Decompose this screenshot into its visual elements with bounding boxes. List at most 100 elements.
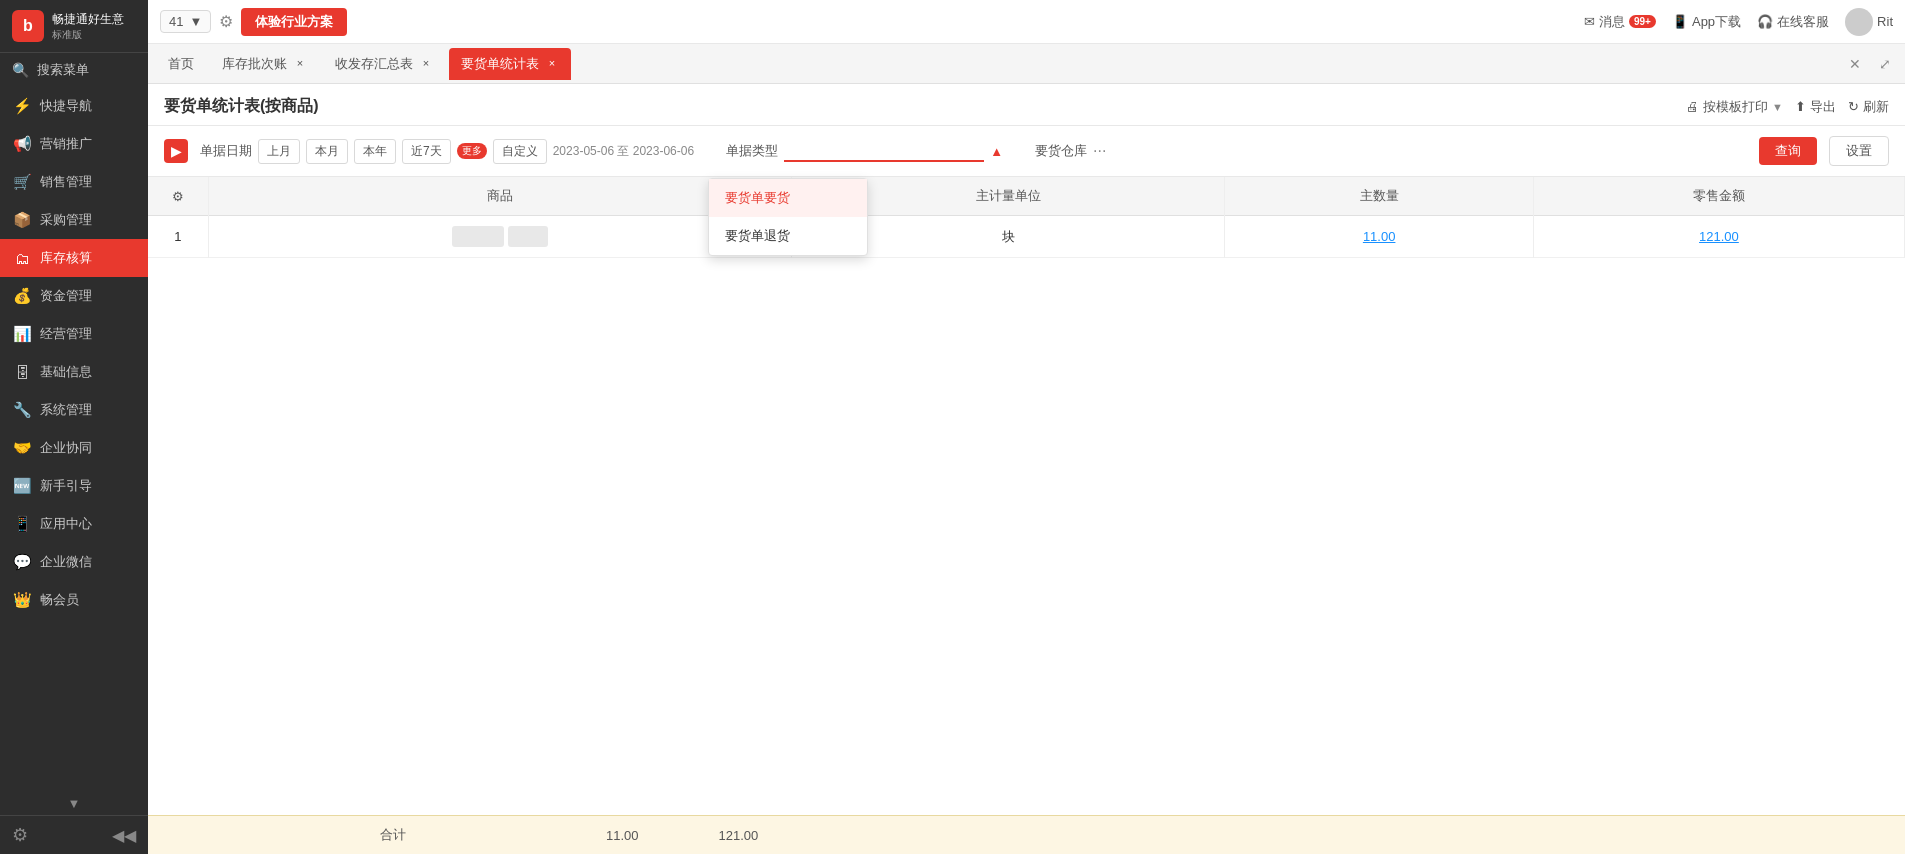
type-label: 单据类型: [726, 142, 778, 160]
service-icon: 🎧: [1757, 14, 1773, 29]
sidebar-logo: b 畅捷通好生意 标准版: [0, 0, 148, 53]
user-avatar[interactable]: Rit: [1845, 8, 1893, 36]
date-this-year-btn[interactable]: 本年: [354, 139, 396, 164]
th-quantity: 主数量: [1225, 177, 1533, 216]
app-download-button[interactable]: 📱 App下载: [1672, 13, 1741, 31]
page-header: 要货单统计表(按商品) 🖨 按模板打印 ▼ ⬆ 导出 ↻ 刷新: [148, 84, 1905, 126]
sidebar-item-label: 基础信息: [40, 363, 92, 381]
window-expand-btn[interactable]: ⤢: [1873, 52, 1897, 76]
tab-home-label: 首页: [168, 55, 194, 73]
print-arrow-icon[interactable]: ▼: [1772, 101, 1783, 113]
tab-inventory-batch-label: 库存批次账: [222, 55, 287, 73]
filter-settings-button[interactable]: 设置: [1829, 136, 1889, 166]
search-menu-item[interactable]: 🔍 搜索菜单: [0, 53, 148, 87]
sidebar-item-label: 企业协同: [40, 439, 92, 457]
table-header-row: ⚙ 商品 主计量单位 主数量 零售金额: [148, 177, 1905, 216]
tab-order-stats-close[interactable]: ×: [545, 57, 559, 71]
trial-button[interactable]: 体验行业方案: [241, 8, 347, 36]
warehouse-filter-group: 要货仓库 ···: [1035, 142, 1106, 160]
sidebar-item-basic[interactable]: 🗄 基础信息: [0, 353, 148, 391]
sidebar-scroll-down[interactable]: ▼: [0, 792, 148, 815]
topbar-gear-icon[interactable]: ⚙: [219, 12, 233, 31]
sidebar-item-label: 快捷导航: [40, 97, 92, 115]
footer-label: 合计: [160, 826, 406, 844]
type-dropdown-arrow[interactable]: ▲: [990, 144, 1003, 159]
download-icon: 📱: [1672, 14, 1688, 29]
sales-icon: 🛒: [12, 173, 32, 191]
refresh-icon: ↻: [1848, 99, 1859, 114]
table-row: 1 块 11.00 121.00: [148, 216, 1905, 258]
type-input[interactable]: [784, 141, 984, 162]
date-filter-group: 单据日期 上月 本月 本年 近7天 更多 自定义 2023-05-06 至 20…: [200, 139, 694, 164]
topbar-left: 41 ▼ ⚙ 体验行业方案: [160, 8, 1584, 36]
wechat-icon: 💬: [12, 553, 32, 571]
sidebar-item-sales[interactable]: 🛒 销售管理: [0, 163, 148, 201]
sidebar-item-operation[interactable]: 📊 经营管理: [0, 315, 148, 353]
date-last-7days-btn[interactable]: 近7天: [402, 139, 451, 164]
collapse-icon[interactable]: ◀◀: [112, 826, 136, 845]
tab-shipment-summary-close[interactable]: ×: [419, 57, 433, 71]
messages-button[interactable]: ✉ 消息 99+: [1584, 13, 1656, 31]
query-button[interactable]: 查询: [1759, 137, 1817, 165]
warehouse-more-btn[interactable]: ···: [1093, 142, 1106, 160]
sidebar-item-purchase[interactable]: 📦 采购管理: [0, 201, 148, 239]
tab-home[interactable]: 首页: [156, 48, 206, 80]
system-icon: 🔧: [12, 401, 32, 419]
date-last-month-btn[interactable]: 上月: [258, 139, 300, 164]
print-button[interactable]: 🖨 按模板打印 ▼: [1686, 98, 1783, 116]
sidebar-item-inventory[interactable]: 🗂 库存核算: [0, 239, 148, 277]
finance-icon: 💰: [12, 287, 32, 305]
expand-filter-btn[interactable]: ▶: [164, 139, 188, 163]
sidebar-item-finance[interactable]: 💰 资金管理: [0, 277, 148, 315]
breadcrumb-selector[interactable]: 41 ▼: [160, 10, 211, 33]
sidebar-item-guide[interactable]: 🆕 新手引导: [0, 467, 148, 505]
settings-icon[interactable]: ⚙: [12, 824, 28, 846]
date-custom-btn[interactable]: 自定义: [493, 139, 547, 164]
tab-inventory-batch-close[interactable]: ×: [293, 57, 307, 71]
purchase-icon: 📦: [12, 211, 32, 229]
warehouse-label: 要货仓库: [1035, 142, 1087, 160]
sidebar-item-label: 系统管理: [40, 401, 92, 419]
enterprise-icon: 🤝: [12, 439, 32, 457]
date-this-month-btn[interactable]: 本月: [306, 139, 348, 164]
dropdown-item-order-goods[interactable]: 要货单要货: [709, 179, 867, 217]
more-tag[interactable]: 更多: [457, 143, 487, 159]
printer-icon: 🖨: [1686, 99, 1699, 114]
logo-text: 畅捷通好生意 标准版: [52, 11, 124, 42]
breadcrumb-num: 41: [169, 14, 183, 29]
sidebar-item-wechat[interactable]: 💬 企业微信: [0, 543, 148, 581]
sidebar-item-appstore[interactable]: 📱 应用中心: [0, 505, 148, 543]
sidebar-item-marketing[interactable]: 📢 营销推广: [0, 125, 148, 163]
sidebar-item-quick-nav[interactable]: ⚡ 快捷导航: [0, 87, 148, 125]
th-product: 商品: [208, 177, 791, 216]
app-download-label: App下载: [1692, 13, 1741, 31]
window-close-btn[interactable]: ✕: [1843, 52, 1867, 76]
dropdown-item-order-return[interactable]: 要货单退货: [709, 217, 867, 255]
operation-icon: 📊: [12, 325, 32, 343]
online-service-button[interactable]: 🎧 在线客服: [1757, 13, 1829, 31]
row-amount: 121.00: [1533, 216, 1904, 258]
sidebar-item-label: 应用中心: [40, 515, 92, 533]
type-filter-group: 单据类型 ▲: [726, 141, 1003, 162]
quantity-link[interactable]: 11.00: [1363, 229, 1396, 244]
sidebar-item-label: 新手引导: [40, 477, 92, 495]
sidebar-item-system[interactable]: 🔧 系统管理: [0, 391, 148, 429]
amount-link[interactable]: 121.00: [1699, 229, 1739, 244]
sidebar-item-label: 销售管理: [40, 173, 92, 191]
type-dropdown: 要货单要货 要货单退货: [708, 178, 868, 256]
th-settings[interactable]: ⚙: [148, 177, 208, 216]
sidebar-item-enterprise[interactable]: 🤝 企业协同: [0, 429, 148, 467]
content: 要货单统计表(按商品) 🖨 按模板打印 ▼ ⬆ 导出 ↻ 刷新 ▶: [148, 84, 1905, 854]
export-button[interactable]: ⬆ 导出: [1795, 98, 1836, 116]
tab-inventory-batch[interactable]: 库存批次账 ×: [210, 48, 319, 80]
tab-shipment-summary[interactable]: 收发存汇总表 ×: [323, 48, 445, 80]
tab-order-stats[interactable]: 要货单统计表 ×: [449, 48, 571, 80]
logo-icon: b: [12, 10, 44, 42]
guide-icon: 🆕: [12, 477, 32, 495]
main-area: 41 ▼ ⚙ 体验行业方案 ✉ 消息 99+ 📱 App下载 🎧 在线客服 R: [148, 0, 1905, 854]
refresh-button[interactable]: ↻ 刷新: [1848, 98, 1889, 116]
sidebar-item-member[interactable]: 👑 畅会员: [0, 581, 148, 619]
marketing-icon: 📢: [12, 135, 32, 153]
tabbar: 首页 库存批次账 × 收发存汇总表 × 要货单统计表 × ✕ ⤢: [148, 44, 1905, 84]
sidebar-item-label: 经营管理: [40, 325, 92, 343]
